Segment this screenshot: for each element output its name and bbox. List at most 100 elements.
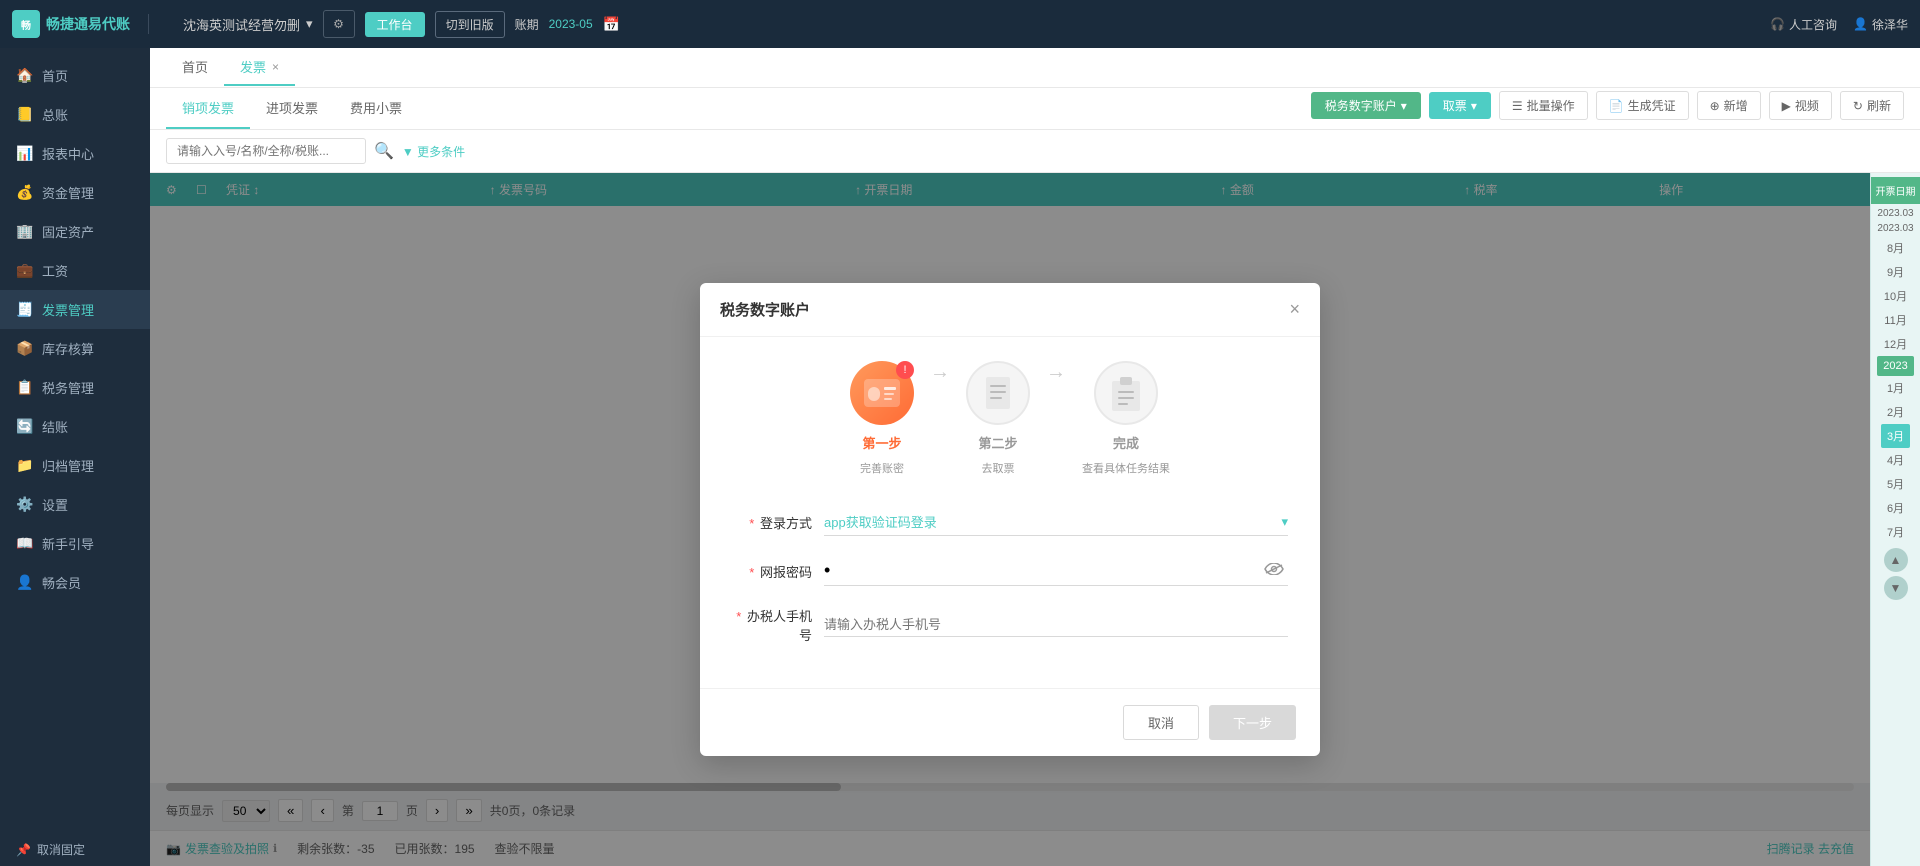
id-card-icon bbox=[864, 379, 900, 407]
sidebar-item-payroll[interactable]: 💼 工资 bbox=[0, 251, 150, 290]
open-invoice-date-btn[interactable]: 开票日期 bbox=[1871, 177, 1920, 204]
workspace-button[interactable]: 工作台 bbox=[365, 12, 425, 37]
sidebar-item-settings[interactable]: ⚙️ 设置 bbox=[0, 485, 150, 524]
year-2023-03-2: 2023.03 bbox=[1873, 221, 1917, 236]
company-selector[interactable]: 沈海英测试经营勿删 ▾ bbox=[183, 15, 313, 34]
gen-voucher-btn[interactable]: 📄 生成凭证 bbox=[1596, 91, 1689, 120]
month-1[interactable]: 1月 bbox=[1881, 376, 1910, 400]
sidebar-item-member[interactable]: 👤 畅会员 bbox=[0, 563, 150, 602]
refresh-label: 刷新 bbox=[1867, 97, 1891, 114]
month-2[interactable]: 2月 bbox=[1881, 400, 1910, 424]
panel-up-btn[interactable]: ▲ bbox=[1884, 548, 1908, 572]
modal-close-btn[interactable]: × bbox=[1289, 299, 1300, 320]
guide-icon: 📖 bbox=[16, 535, 34, 553]
tax-digital-btn[interactable]: 税务数字账户 ▾ bbox=[1311, 92, 1421, 119]
tab-home-label: 首页 bbox=[182, 57, 208, 76]
login-method-arrow-icon: ▾ bbox=[1281, 514, 1288, 530]
calendar-icon[interactable]: 📅 bbox=[603, 16, 620, 33]
search-bar: 🔍 ▼ 更多条件 bbox=[150, 130, 1920, 173]
subtab-sales[interactable]: 销项发票 bbox=[166, 88, 250, 129]
more-filter-btn[interactable]: ▼ 更多条件 bbox=[402, 143, 465, 160]
gen-voucher-label: 生成凭证 bbox=[1628, 97, 1676, 114]
panel-down-btn[interactable]: ▼ bbox=[1884, 576, 1908, 600]
password-input[interactable] bbox=[824, 556, 1260, 585]
step-2-icon-wrap bbox=[966, 361, 1030, 425]
step-arrow-2: → bbox=[1046, 361, 1066, 416]
support-btn[interactable]: 🎧 人工咨询 bbox=[1770, 16, 1837, 33]
sidebar-item-assets[interactable]: 🏢 固定资产 bbox=[0, 212, 150, 251]
switch-version-button[interactable]: 切到旧版 bbox=[435, 11, 505, 38]
reports-icon: 📊 bbox=[16, 145, 34, 163]
sidebar-label-reports: 报表中心 bbox=[42, 144, 94, 163]
sidebar-item-tax[interactable]: 📋 税务管理 bbox=[0, 368, 150, 407]
main-content-wrapper: ⚙ ☐ 凭证 ↕ ↑ 发票号码 ↑ 开票日期 ↑ 金额 ↑ 税率 操作 bbox=[150, 173, 1920, 866]
month-11[interactable]: 11月 bbox=[1878, 308, 1912, 332]
modal-dialog: 税务数字账户 × bbox=[700, 283, 1320, 756]
sidebar-item-archive[interactable]: 📁 归档管理 bbox=[0, 446, 150, 485]
month-8[interactable]: 8月 bbox=[1881, 236, 1910, 260]
form-row-password: * 网报密码 bbox=[732, 556, 1288, 586]
search-icon[interactable]: 🔍 bbox=[374, 141, 394, 161]
subtab-expense[interactable]: 费用小票 bbox=[334, 88, 418, 129]
login-method-required: * bbox=[749, 516, 754, 531]
steps-container: ! 第一步 完善账密 → bbox=[732, 361, 1288, 476]
login-method-label-text: 登录方式 bbox=[760, 516, 812, 531]
tab-invoice[interactable]: 发票 × bbox=[224, 49, 295, 86]
step-1-icon-wrap: ! bbox=[850, 361, 914, 425]
month-6[interactable]: 6月 bbox=[1881, 496, 1910, 520]
cancel-fixed-btn[interactable]: 📌 取消固定 bbox=[0, 833, 150, 866]
search-input[interactable] bbox=[166, 138, 366, 164]
home-icon: 🏠 bbox=[16, 67, 34, 85]
modal-footer: 取消 下一步 bbox=[700, 688, 1320, 756]
month-9[interactable]: 9月 bbox=[1881, 260, 1910, 284]
refresh-icon: ↻ bbox=[1853, 99, 1863, 113]
sidebar-item-funds[interactable]: 💰 资金管理 bbox=[0, 173, 150, 212]
video-icon: ▶ bbox=[1782, 99, 1791, 113]
tax-phone-input[interactable] bbox=[824, 613, 1288, 637]
fetch-invoice-btn[interactable]: 取票 ▾ bbox=[1429, 92, 1491, 119]
add-btn[interactable]: ⊕ 新增 bbox=[1697, 91, 1761, 120]
password-required: * bbox=[749, 565, 754, 580]
sidebar-label-payroll: 工资 bbox=[42, 261, 68, 280]
inventory-icon: 📦 bbox=[16, 340, 34, 358]
month-3[interactable]: 3月 bbox=[1881, 424, 1910, 448]
month-5[interactable]: 5月 bbox=[1881, 472, 1910, 496]
ledger-icon: 📒 bbox=[16, 106, 34, 124]
video-btn[interactable]: ▶ 视频 bbox=[1769, 91, 1832, 120]
sidebar-item-home[interactable]: 🏠 首页 bbox=[0, 56, 150, 95]
main-area: 🏠 首页 📒 总账 📊 报表中心 💰 资金管理 🏢 固定资产 💼 工资 bbox=[0, 48, 1920, 866]
sidebar-label-home: 首页 bbox=[42, 66, 68, 85]
batch-ops-btn[interactable]: ☰ 批量操作 bbox=[1499, 91, 1588, 120]
modal-title: 税务数字账户 bbox=[720, 299, 810, 320]
cancel-button[interactable]: 取消 bbox=[1123, 705, 1199, 740]
refresh-btn[interactable]: ↻ 刷新 bbox=[1840, 91, 1904, 120]
sidebar-item-settlement[interactable]: 🔄 结账 bbox=[0, 407, 150, 446]
month-12[interactable]: 12月 bbox=[1878, 332, 1913, 356]
company-settings-btn[interactable]: ⚙ bbox=[323, 10, 355, 38]
sidebar-item-guide[interactable]: 📖 新手引导 bbox=[0, 524, 150, 563]
user-area[interactable]: 👤 徐泽华 bbox=[1853, 16, 1908, 33]
panel-nav-buttons: ▲ ▼ bbox=[1884, 548, 1908, 600]
period-label: 账期 bbox=[515, 16, 539, 33]
month-10[interactable]: 10月 bbox=[1878, 284, 1913, 308]
login-method-select[interactable]: app获取验证码登录 ▾ bbox=[824, 508, 1288, 536]
login-method-label: * 登录方式 bbox=[732, 513, 812, 532]
step-1-error-badge: ! bbox=[896, 361, 914, 379]
sidebar-item-ledger[interactable]: 📒 总账 bbox=[0, 95, 150, 134]
member-icon: 👤 bbox=[16, 574, 34, 592]
next-button[interactable]: 下一步 bbox=[1209, 705, 1296, 740]
month-7[interactable]: 7月 bbox=[1881, 520, 1910, 544]
pin-icon: 📌 bbox=[16, 843, 31, 857]
month-4[interactable]: 4月 bbox=[1881, 448, 1910, 472]
top-bar: 畅 畅捷通易代账 沈海英测试经营勿删 ▾ ⚙ 工作台 切到旧版 账期 2023-… bbox=[0, 0, 1920, 48]
tab-close-icon[interactable]: × bbox=[272, 60, 279, 74]
document-icon bbox=[980, 375, 1016, 411]
year-2023[interactable]: 2023 bbox=[1877, 356, 1913, 376]
tab-home[interactable]: 首页 bbox=[166, 49, 224, 86]
sidebar-label-guide: 新手引导 bbox=[42, 534, 94, 553]
subtab-purchase[interactable]: 进项发票 bbox=[250, 88, 334, 129]
sidebar-item-invoice[interactable]: 🧾 发票管理 bbox=[0, 290, 150, 329]
sidebar-item-reports[interactable]: 📊 报表中心 bbox=[0, 134, 150, 173]
eye-toggle-icon[interactable] bbox=[1260, 563, 1288, 578]
sidebar-item-inventory[interactable]: 📦 库存核算 bbox=[0, 329, 150, 368]
